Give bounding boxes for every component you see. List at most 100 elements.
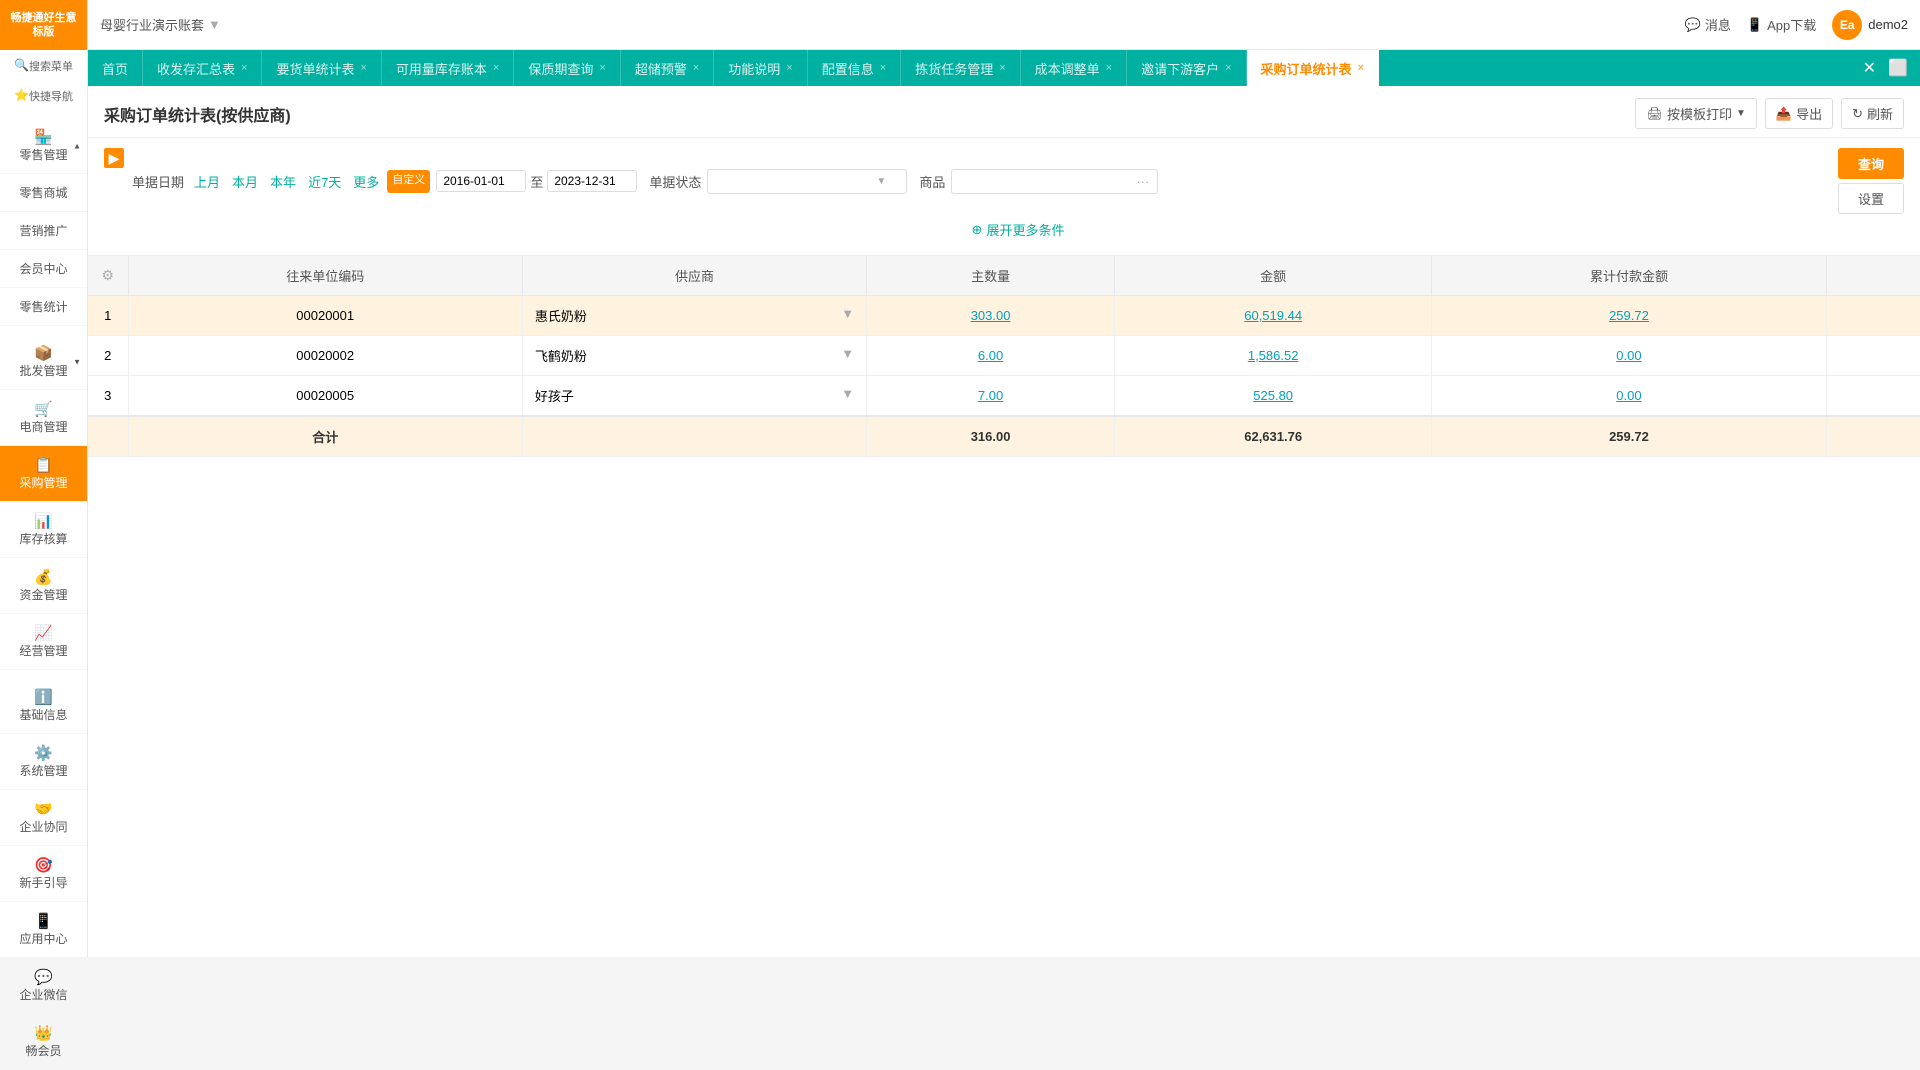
sidebar-item-search[interactable]: 🔍 搜索菜单	[0, 50, 87, 80]
sidebar-item-marketing[interactable]: 营销推广	[0, 212, 87, 250]
refresh-icon: ↻	[1852, 106, 1863, 122]
tab-close-inventory-book[interactable]: ×	[493, 62, 499, 74]
row-qty[interactable]: 7.00	[867, 376, 1115, 417]
sidebar-item-quicknav[interactable]: ⭐ 快捷导航	[0, 80, 87, 110]
sidebar-item-ecommerce[interactable]: 🛒 电商管理	[0, 390, 87, 446]
row-paid[interactable]: 0.00	[1432, 376, 1826, 417]
sidebar-item-basic[interactable]: ℹ️ 基础信息	[0, 678, 87, 734]
sidebar-item-retail-mall[interactable]: 零售商城	[0, 174, 87, 212]
sidebar-item-retail-stats[interactable]: 零售统计	[0, 288, 87, 326]
table-body: 1 00020001 惠氏奶粉 ▼ 303.00 60,519.44 259.7…	[88, 296, 1920, 417]
breadcrumb-arrow[interactable]: ▼	[208, 17, 221, 32]
tab-expiry[interactable]: 保质期查询×	[514, 50, 620, 86]
tab-close-cost-adj[interactable]: ×	[1106, 62, 1112, 74]
status-select[interactable]	[716, 174, 876, 189]
export-button[interactable]: 📤 导出	[1765, 98, 1833, 129]
tab-func-desc[interactable]: 功能说明×	[714, 50, 807, 86]
ecommerce-icon: 🛒	[34, 400, 53, 418]
tab-home[interactable]: 首页	[88, 50, 143, 86]
row-amount[interactable]: 60,519.44	[1115, 296, 1432, 336]
goods-input[interactable]	[960, 174, 1136, 189]
tab-purchase-stats[interactable]: 采购订单统计表×	[1247, 50, 1379, 86]
row-paid[interactable]: 259.72	[1432, 296, 1826, 336]
window-maximize-btn[interactable]: ⬜	[1884, 56, 1912, 80]
date-to-input[interactable]	[547, 170, 637, 192]
row-amount[interactable]: 525.80	[1115, 376, 1432, 417]
supplier-expand-icon[interactable]: ▼	[841, 346, 854, 361]
row-amount[interactable]: 1,586.52	[1115, 336, 1432, 376]
sidebar-item-purchase[interactable]: 📋 采购管理	[0, 446, 87, 502]
sidebar-item-wholesale[interactable]: 📦 批发管理	[0, 334, 87, 390]
row-qty[interactable]: 6.00	[867, 336, 1115, 376]
sidebar-item-member[interactable]: 会员中心	[0, 250, 87, 288]
tab-close-demand[interactable]: ×	[360, 62, 366, 74]
col-paid-header: 累计付款金额	[1432, 256, 1826, 296]
date-from-input[interactable]	[436, 170, 526, 192]
tab-cost-adj[interactable]: 成本调整单×	[1021, 50, 1127, 86]
sidebar: 畅捷通好生意 标版 🔍 搜索菜单 ⭐ 快捷导航 🏪 零售管理 零售商城 营销推广…	[0, 0, 88, 957]
topbar-user[interactable]: Ea demo2	[1832, 10, 1908, 40]
footer-empty-2	[522, 416, 866, 457]
expand-more-conditions[interactable]: ⊕ 展开更多条件	[132, 214, 1904, 245]
sidebar-item-inventory[interactable]: 📊 库存核算	[0, 502, 87, 558]
filter-area: ▶ 单据日期 上月 本月 本年 近7天 更多 自定义	[88, 138, 1920, 256]
supplier-expand-icon[interactable]: ▼	[841, 306, 854, 321]
topbar-msg-btn[interactable]: 💬 消息	[1685, 15, 1731, 34]
tab-config[interactable]: 配置信息×	[808, 50, 901, 86]
settings-button[interactable]: 设置	[1838, 183, 1904, 214]
row-qty[interactable]: 303.00	[867, 296, 1115, 336]
tab-close-func-desc[interactable]: ×	[786, 62, 792, 74]
sidebar-item-system[interactable]: ⚙️ 系统管理	[0, 734, 87, 790]
filter-toggle-button[interactable]: ▶	[104, 148, 124, 168]
custom-badge: 自定义	[387, 170, 430, 193]
shortcut-7days[interactable]: 近7天	[304, 170, 345, 193]
sidebar-item-wechat[interactable]: 💬 企业微信	[0, 958, 87, 1014]
row-extra	[1826, 296, 1920, 336]
print-button[interactable]: 🖨 按模板打印 ▼	[1635, 98, 1756, 129]
query-button[interactable]: 查询	[1838, 148, 1904, 179]
row-supplier: 飞鹤奶粉 ▼	[522, 336, 866, 376]
sidebar-item-vip[interactable]: 👑 畅会员	[0, 1014, 87, 1070]
sidebar-item-appcenter[interactable]: 📱 应用中心	[0, 902, 87, 958]
date-label: 单据日期	[132, 172, 184, 191]
sidebar-item-finance[interactable]: 💰 资金管理	[0, 558, 87, 614]
wechat-icon: 💬	[34, 968, 53, 986]
row-paid[interactable]: 0.00	[1432, 336, 1826, 376]
shortcut-last-month[interactable]: 上月	[190, 170, 224, 193]
tab-close-pick-task[interactable]: ×	[999, 62, 1005, 74]
sidebar-item-retail[interactable]: 🏪 零售管理	[0, 118, 87, 174]
refresh-button[interactable]: ↻ 刷新	[1841, 98, 1904, 129]
system-icon: ⚙️	[34, 744, 53, 762]
sidebar-item-operation[interactable]: 📈 经营管理	[0, 614, 87, 670]
tab-pick-task[interactable]: 拣货任务管理×	[901, 50, 1020, 86]
main-table: ⚙ 往来单位编码 供应商 主数量 金额 累计付款金额 1 00020001 惠氏…	[88, 256, 1920, 457]
sidebar-item-enterprise[interactable]: 🤝 企业协同	[0, 790, 87, 846]
sidebar-item-newguide[interactable]: 🎯 新手引导	[0, 846, 87, 902]
status-dropdown-icon: ▼	[876, 176, 886, 187]
shortcut-this-year[interactable]: 本年	[266, 170, 300, 193]
window-close-btn[interactable]: ✕	[1859, 56, 1880, 80]
tab-close-expiry[interactable]: ×	[599, 62, 605, 74]
col-settings: ⚙	[88, 256, 128, 296]
tab-invite[interactable]: 邀请下游客户×	[1127, 50, 1246, 86]
shortcut-this-month[interactable]: 本月	[228, 170, 262, 193]
breadcrumb: 母婴行业演示账套 ▼	[100, 15, 1685, 34]
basic-icon: ℹ️	[34, 688, 53, 706]
tab-close-invite[interactable]: ×	[1225, 62, 1231, 74]
tab-close-overstock[interactable]: ×	[693, 62, 699, 74]
shortcut-more[interactable]: 更多	[349, 170, 383, 193]
tab-demand[interactable]: 要货单统计表×	[262, 50, 381, 86]
tab-close-purchase-stats[interactable]: ×	[1358, 62, 1364, 74]
tab-overstock[interactable]: 超储预警×	[621, 50, 714, 86]
supplier-expand-icon[interactable]: ▼	[841, 386, 854, 401]
tab-close-receivable[interactable]: ×	[241, 62, 247, 74]
tab-inventory-book[interactable]: 可用量库存账本×	[382, 50, 514, 86]
column-settings-icon[interactable]: ⚙	[101, 267, 114, 283]
goods-more-icon[interactable]: ···	[1136, 174, 1149, 189]
purchase-icon: 📋	[34, 456, 53, 474]
tab-receivable[interactable]: 收发存汇总表×	[143, 50, 262, 86]
tab-close-config[interactable]: ×	[880, 62, 886, 74]
table-row: 2 00020002 飞鹤奶粉 ▼ 6.00 1,586.52 0.00	[88, 336, 1920, 376]
table-header-row: ⚙ 往来单位编码 供应商 主数量 金额 累计付款金额	[88, 256, 1920, 296]
topbar-app-btn[interactable]: 📱 App下载	[1747, 15, 1816, 34]
